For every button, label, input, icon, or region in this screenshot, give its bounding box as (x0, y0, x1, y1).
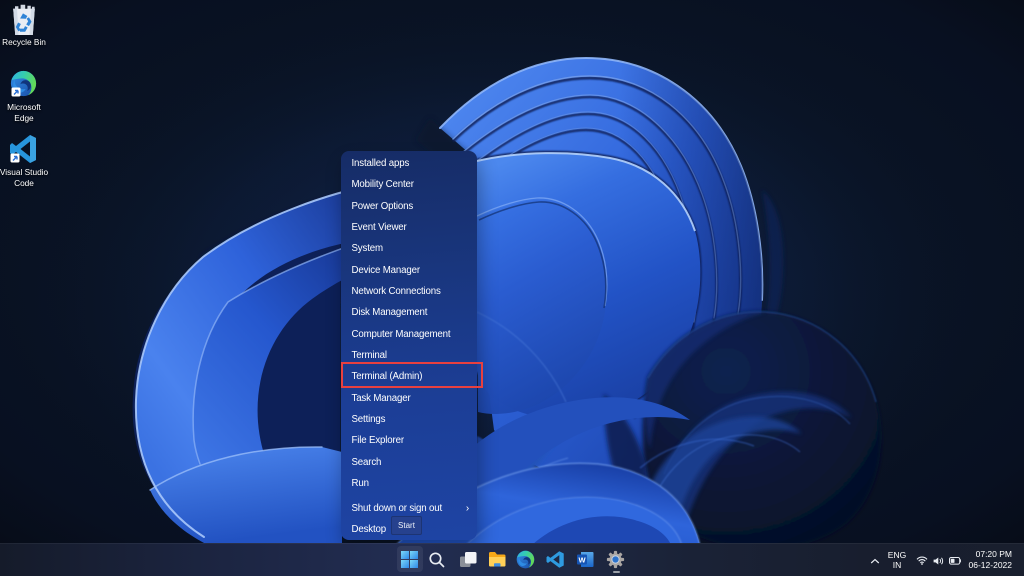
svg-text:W: W (578, 556, 586, 565)
